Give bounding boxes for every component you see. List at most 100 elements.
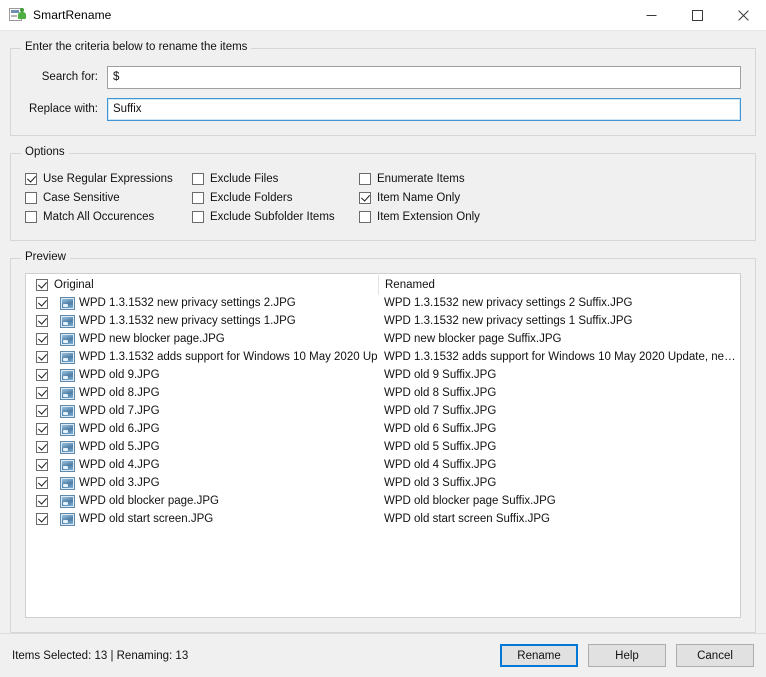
title-bar: SmartRename bbox=[0, 0, 766, 31]
option-use-regular-expressions[interactable]: Use Regular Expressions bbox=[25, 169, 192, 188]
preview-original-cell: WPD old 8.JPG bbox=[26, 386, 378, 400]
preview-renamed-column-header[interactable]: Renamed bbox=[378, 275, 740, 295]
row-checkbox[interactable] bbox=[36, 387, 48, 399]
maximize-icon bbox=[691, 10, 703, 21]
preview-original-column-header[interactable]: Original bbox=[26, 279, 378, 291]
help-button[interactable]: Help bbox=[588, 644, 666, 667]
preview-original-cell: WPD old 4.JPG bbox=[26, 458, 378, 472]
options-legend: Options bbox=[21, 146, 69, 158]
preview-listbox[interactable]: Original Renamed WPD 1.3.1532 new privac… bbox=[25, 273, 741, 618]
select-all-checkbox[interactable] bbox=[36, 279, 48, 291]
option-label-use-regular-expressions: Use Regular Expressions bbox=[43, 172, 173, 185]
row-checkbox[interactable] bbox=[36, 495, 48, 507]
image-file-icon bbox=[60, 458, 75, 472]
renamed-name: WPD old 4 Suffix.JPG bbox=[384, 459, 497, 471]
checkbox-exclude-subfolder-items[interactable] bbox=[192, 210, 204, 223]
option-label-exclude-files: Exclude Files bbox=[210, 172, 279, 185]
replace-with-input[interactable] bbox=[107, 97, 741, 121]
original-name: WPD 1.3.1532 new privacy settings 2.JPG bbox=[79, 297, 296, 309]
renamed-name: WPD 1.3.1532 new privacy settings 2 Suff… bbox=[384, 297, 633, 309]
checkbox-enumerate-items[interactable] bbox=[359, 172, 371, 185]
image-file-icon bbox=[60, 494, 75, 508]
preview-row[interactable]: WPD old 4.JPG WPD old 4 Suffix.JPG bbox=[26, 456, 740, 474]
original-name: WPD old 7.JPG bbox=[79, 405, 160, 417]
row-checkbox[interactable] bbox=[36, 459, 48, 471]
status-bar: Items Selected: 13 | Renaming: 13 Rename… bbox=[0, 633, 766, 677]
preview-row[interactable]: WPD old 9.JPG WPD old 9 Suffix.JPG bbox=[26, 366, 740, 384]
row-checkbox[interactable] bbox=[36, 333, 48, 345]
option-case-sensitive[interactable]: Case Sensitive bbox=[25, 188, 192, 207]
image-file-icon bbox=[60, 476, 75, 490]
close-button[interactable] bbox=[720, 0, 766, 31]
option-exclude-files[interactable]: Exclude Files bbox=[192, 169, 359, 188]
preview-original-cell: WPD old 6.JPG bbox=[26, 422, 378, 436]
preview-original-cell: WPD old 7.JPG bbox=[26, 404, 378, 418]
image-file-icon bbox=[60, 332, 75, 346]
original-name: WPD old 6.JPG bbox=[79, 423, 160, 435]
preview-row[interactable]: WPD old blocker page.JPG WPD old blocker … bbox=[26, 492, 740, 510]
option-label-case-sensitive: Case Sensitive bbox=[43, 191, 120, 204]
checkbox-item-name-only[interactable] bbox=[359, 191, 371, 204]
image-file-icon bbox=[60, 404, 75, 418]
preview-row[interactable]: WPD old 6.JPG WPD old 6 Suffix.JPG bbox=[26, 420, 740, 438]
checkbox-use-regular-expressions[interactable] bbox=[25, 172, 37, 185]
window-title: SmartRename bbox=[33, 8, 112, 22]
checkbox-exclude-folders[interactable] bbox=[192, 191, 204, 204]
dialog-client-area: Enter the criteria below to rename the i… bbox=[0, 31, 766, 633]
preview-row[interactable]: WPD old 7.JPG WPD old 7 Suffix.JPG bbox=[26, 402, 740, 420]
search-for-input[interactable] bbox=[107, 65, 741, 89]
row-checkbox[interactable] bbox=[36, 297, 48, 309]
checkbox-case-sensitive[interactable] bbox=[25, 191, 37, 204]
preview-row[interactable]: WPD new blocker page.JPG WPD new blocker … bbox=[26, 330, 740, 348]
criteria-legend: Enter the criteria below to rename the i… bbox=[21, 41, 252, 53]
renamed-name: WPD old 3 Suffix.JPG bbox=[384, 477, 497, 489]
renamed-name: WPD new blocker page Suffix.JPG bbox=[384, 333, 562, 345]
preview-header-row: Original Renamed bbox=[26, 274, 740, 295]
preview-row[interactable]: WPD 1.3.1532 new privacy settings 1.JPG W… bbox=[26, 312, 740, 330]
preview-original-cell: WPD old 3.JPG bbox=[26, 476, 378, 490]
option-item-name-only[interactable]: Item Name Only bbox=[359, 188, 526, 207]
option-label-exclude-folders: Exclude Folders bbox=[210, 191, 293, 204]
row-checkbox[interactable] bbox=[36, 405, 48, 417]
row-checkbox[interactable] bbox=[36, 441, 48, 453]
option-item-extension-only[interactable]: Item Extension Only bbox=[359, 207, 526, 226]
option-enumerate-items[interactable]: Enumerate Items bbox=[359, 169, 526, 188]
options-grid: Use Regular Expressions Case Sensitive Mat… bbox=[25, 169, 741, 226]
option-exclude-subfolder-items[interactable]: Exclude Subfolder Items bbox=[192, 207, 359, 226]
minimize-button[interactable] bbox=[628, 0, 674, 31]
minimize-icon bbox=[646, 15, 656, 16]
preview-rows: WPD 1.3.1532 new privacy settings 2.JPG W… bbox=[26, 294, 740, 528]
search-for-row: Search for: bbox=[25, 65, 741, 89]
row-checkbox[interactable] bbox=[36, 369, 48, 381]
checkbox-exclude-files[interactable] bbox=[192, 172, 204, 185]
cancel-button[interactable]: Cancel bbox=[676, 644, 754, 667]
checkbox-match-all-occurences[interactable] bbox=[25, 210, 37, 223]
row-checkbox[interactable] bbox=[36, 513, 48, 525]
options-group: Options Use Regular Expressions Case Sens… bbox=[10, 146, 756, 241]
maximize-button[interactable] bbox=[674, 0, 720, 31]
original-name: WPD old 4.JPG bbox=[79, 459, 160, 471]
option-match-all-occurences[interactable]: Match All Occurences bbox=[25, 207, 192, 226]
row-checkbox[interactable] bbox=[36, 423, 48, 435]
renamed-name: WPD old 8 Suffix.JPG bbox=[384, 387, 497, 399]
preview-original-cell: WPD old 9.JPG bbox=[26, 368, 378, 382]
status-text: Items Selected: 13 | Renaming: 13 bbox=[12, 649, 189, 662]
preview-legend: Preview bbox=[21, 251, 70, 263]
preview-row[interactable]: WPD old start screen.JPG WPD old start sc… bbox=[26, 510, 740, 528]
replace-with-row: Replace with: bbox=[25, 97, 741, 121]
preview-row[interactable]: WPD 1.3.1532 adds support for Windows 10… bbox=[26, 348, 740, 366]
option-label-item-name-only: Item Name Only bbox=[377, 191, 461, 204]
preview-row[interactable]: WPD old 5.JPG WPD old 5 Suffix.JPG bbox=[26, 438, 740, 456]
rename-button[interactable]: Rename bbox=[500, 644, 578, 667]
row-checkbox[interactable] bbox=[36, 477, 48, 489]
renamed-name: WPD old blocker page Suffix.JPG bbox=[384, 495, 556, 507]
row-checkbox[interactable] bbox=[36, 351, 48, 363]
checkbox-item-extension-only[interactable] bbox=[359, 210, 371, 223]
preview-row[interactable]: WPD 1.3.1532 new privacy settings 2.JPG W… bbox=[26, 294, 740, 312]
preview-row[interactable]: WPD old 8.JPG WPD old 8 Suffix.JPG bbox=[26, 384, 740, 402]
option-label-enumerate-items: Enumerate Items bbox=[377, 172, 465, 185]
criteria-group: Enter the criteria below to rename the i… bbox=[10, 41, 756, 136]
row-checkbox[interactable] bbox=[36, 315, 48, 327]
preview-row[interactable]: WPD old 3.JPG WPD old 3 Suffix.JPG bbox=[26, 474, 740, 492]
option-exclude-folders[interactable]: Exclude Folders bbox=[192, 188, 359, 207]
